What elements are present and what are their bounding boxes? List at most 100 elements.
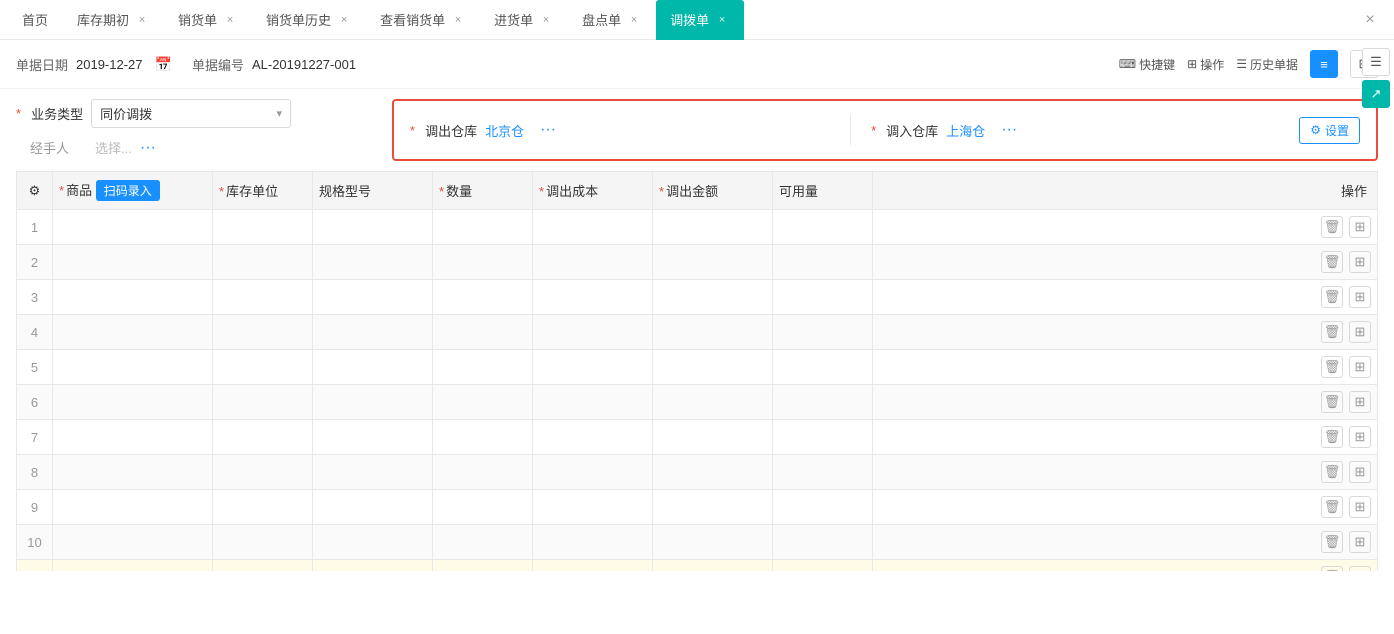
- copy-icon-5[interactable]: ⊞: [1349, 356, 1371, 378]
- row-product-6[interactable]: [53, 385, 213, 420]
- tab-inventory-check[interactable]: 盘点单 ×: [568, 0, 656, 40]
- copy-icon-10[interactable]: ⊞: [1349, 531, 1371, 553]
- scan-barcode-button[interactable]: 扫码录入: [96, 180, 160, 201]
- row-quantity-2[interactable]: [433, 245, 533, 280]
- delete-icon-6[interactable]: 🗑: [1321, 391, 1343, 413]
- delete-icon-3[interactable]: 🗑: [1321, 286, 1343, 308]
- transfer-out-more-button[interactable]: ···: [540, 121, 556, 139]
- tab-inventory-init[interactable]: 库存期初 ×: [63, 0, 164, 40]
- tab-transfer-order-close[interactable]: ×: [715, 13, 729, 27]
- row-product-11[interactable]: [53, 560, 213, 572]
- row-amount-10[interactable]: [653, 525, 773, 560]
- row-spec-4[interactable]: [313, 315, 433, 350]
- person-select[interactable]: 选择...: [95, 138, 132, 157]
- row-spec-5[interactable]: [313, 350, 433, 385]
- business-type-select[interactable]: 同价调拨 ▾: [91, 99, 291, 128]
- row-amount-5[interactable]: [653, 350, 773, 385]
- row-spec-6[interactable]: [313, 385, 433, 420]
- row-quantity-7[interactable]: [433, 420, 533, 455]
- row-cost-4[interactable]: [533, 315, 653, 350]
- tab-inventory-check-close[interactable]: ×: [627, 13, 641, 27]
- row-spec-2[interactable]: [313, 245, 433, 280]
- shortcut-button[interactable]: ⌨ 快捷键: [1119, 56, 1175, 73]
- person-more-button[interactable]: ···: [140, 139, 156, 157]
- list-view-button[interactable]: ≡: [1310, 50, 1338, 78]
- row-cost-6[interactable]: [533, 385, 653, 420]
- row-amount-6[interactable]: [653, 385, 773, 420]
- row-quantity-8[interactable]: [433, 455, 533, 490]
- delete-icon-5[interactable]: 🗑: [1321, 356, 1343, 378]
- tab-transfer-order[interactable]: 调拨单 ×: [656, 0, 744, 40]
- row-spec-7[interactable]: [313, 420, 433, 455]
- row-unit-2[interactable]: [213, 245, 313, 280]
- row-amount-9[interactable]: [653, 490, 773, 525]
- row-cost-7[interactable]: [533, 420, 653, 455]
- copy-icon-8[interactable]: ⊞: [1349, 461, 1371, 483]
- row-amount-4[interactable]: [653, 315, 773, 350]
- tab-purchase-order[interactable]: 进货单 ×: [480, 0, 568, 40]
- row-product-3[interactable]: [53, 280, 213, 315]
- row-spec-8[interactable]: [313, 455, 433, 490]
- row-unit-9[interactable]: [213, 490, 313, 525]
- delete-icon-11[interactable]: 🗑: [1321, 566, 1343, 571]
- copy-icon-1[interactable]: ⊞: [1349, 216, 1371, 238]
- row-amount-7[interactable]: [653, 420, 773, 455]
- row-quantity-9[interactable]: [433, 490, 533, 525]
- delete-icon-1[interactable]: 🗑: [1321, 216, 1343, 238]
- row-unit-4[interactable]: [213, 315, 313, 350]
- tab-sales-history[interactable]: 销货单历史 ×: [252, 0, 366, 40]
- row-spec-11[interactable]: [313, 560, 433, 572]
- row-spec-9[interactable]: [313, 490, 433, 525]
- tab-view-sales[interactable]: 查看销货单 ×: [366, 0, 480, 40]
- row-spec-3[interactable]: [313, 280, 433, 315]
- tab-view-sales-close[interactable]: ×: [451, 13, 465, 27]
- delete-icon-4[interactable]: 🗑: [1321, 321, 1343, 343]
- row-cost-1[interactable]: [533, 210, 653, 245]
- operation-button[interactable]: ⊞ 操作: [1187, 56, 1224, 73]
- row-quantity-10[interactable]: [433, 525, 533, 560]
- row-quantity-3[interactable]: [433, 280, 533, 315]
- transfer-in-warehouse[interactable]: 上海仓: [946, 121, 985, 140]
- row-cost-3[interactable]: [533, 280, 653, 315]
- row-unit-10[interactable]: [213, 525, 313, 560]
- table-settings-icon[interactable]: ⚙: [29, 183, 41, 198]
- row-quantity-4[interactable]: [433, 315, 533, 350]
- copy-icon-11[interactable]: ⊞: [1349, 566, 1371, 571]
- row-cost-2[interactable]: [533, 245, 653, 280]
- history-button[interactable]: ☰ 历史单据: [1236, 56, 1298, 73]
- copy-icon-2[interactable]: ⊞: [1349, 251, 1371, 273]
- row-amount-3[interactable]: [653, 280, 773, 315]
- copy-icon-6[interactable]: ⊞: [1349, 391, 1371, 413]
- close-all-tabs-button[interactable]: ×: [1354, 0, 1386, 40]
- tab-sales-history-close[interactable]: ×: [337, 13, 351, 27]
- row-product-7[interactable]: [53, 420, 213, 455]
- row-cost-10[interactable]: [533, 525, 653, 560]
- delete-icon-2[interactable]: 🗑: [1321, 251, 1343, 273]
- row-unit-5[interactable]: [213, 350, 313, 385]
- tab-sales-order-close[interactable]: ×: [223, 13, 237, 27]
- tab-home[interactable]: 首页: [8, 0, 63, 40]
- copy-icon-4[interactable]: ⊞: [1349, 321, 1371, 343]
- copy-icon-3[interactable]: ⊞: [1349, 286, 1371, 308]
- row-unit-1[interactable]: [213, 210, 313, 245]
- row-unit-6[interactable]: [213, 385, 313, 420]
- setting-button[interactable]: ⚙ 设置: [1299, 117, 1360, 144]
- row-product-1[interactable]: [53, 210, 213, 245]
- row-quantity-6[interactable]: [433, 385, 533, 420]
- delete-icon-10[interactable]: 🗑: [1321, 531, 1343, 553]
- row-spec-1[interactable]: [313, 210, 433, 245]
- side-list-icon[interactable]: ☰: [1362, 48, 1390, 76]
- row-unit-7[interactable]: [213, 420, 313, 455]
- row-amount-2[interactable]: [653, 245, 773, 280]
- row-unit-8[interactable]: [213, 455, 313, 490]
- row-amount-8[interactable]: [653, 455, 773, 490]
- tab-purchase-order-close[interactable]: ×: [539, 13, 553, 27]
- row-product-5[interactable]: [53, 350, 213, 385]
- row-product-8[interactable]: [53, 455, 213, 490]
- copy-icon-7[interactable]: ⊞: [1349, 426, 1371, 448]
- row-product-9[interactable]: [53, 490, 213, 525]
- row-product-2[interactable]: [53, 245, 213, 280]
- delete-icon-7[interactable]: 🗑: [1321, 426, 1343, 448]
- row-cost-9[interactable]: [533, 490, 653, 525]
- row-unit-11[interactable]: [213, 560, 313, 572]
